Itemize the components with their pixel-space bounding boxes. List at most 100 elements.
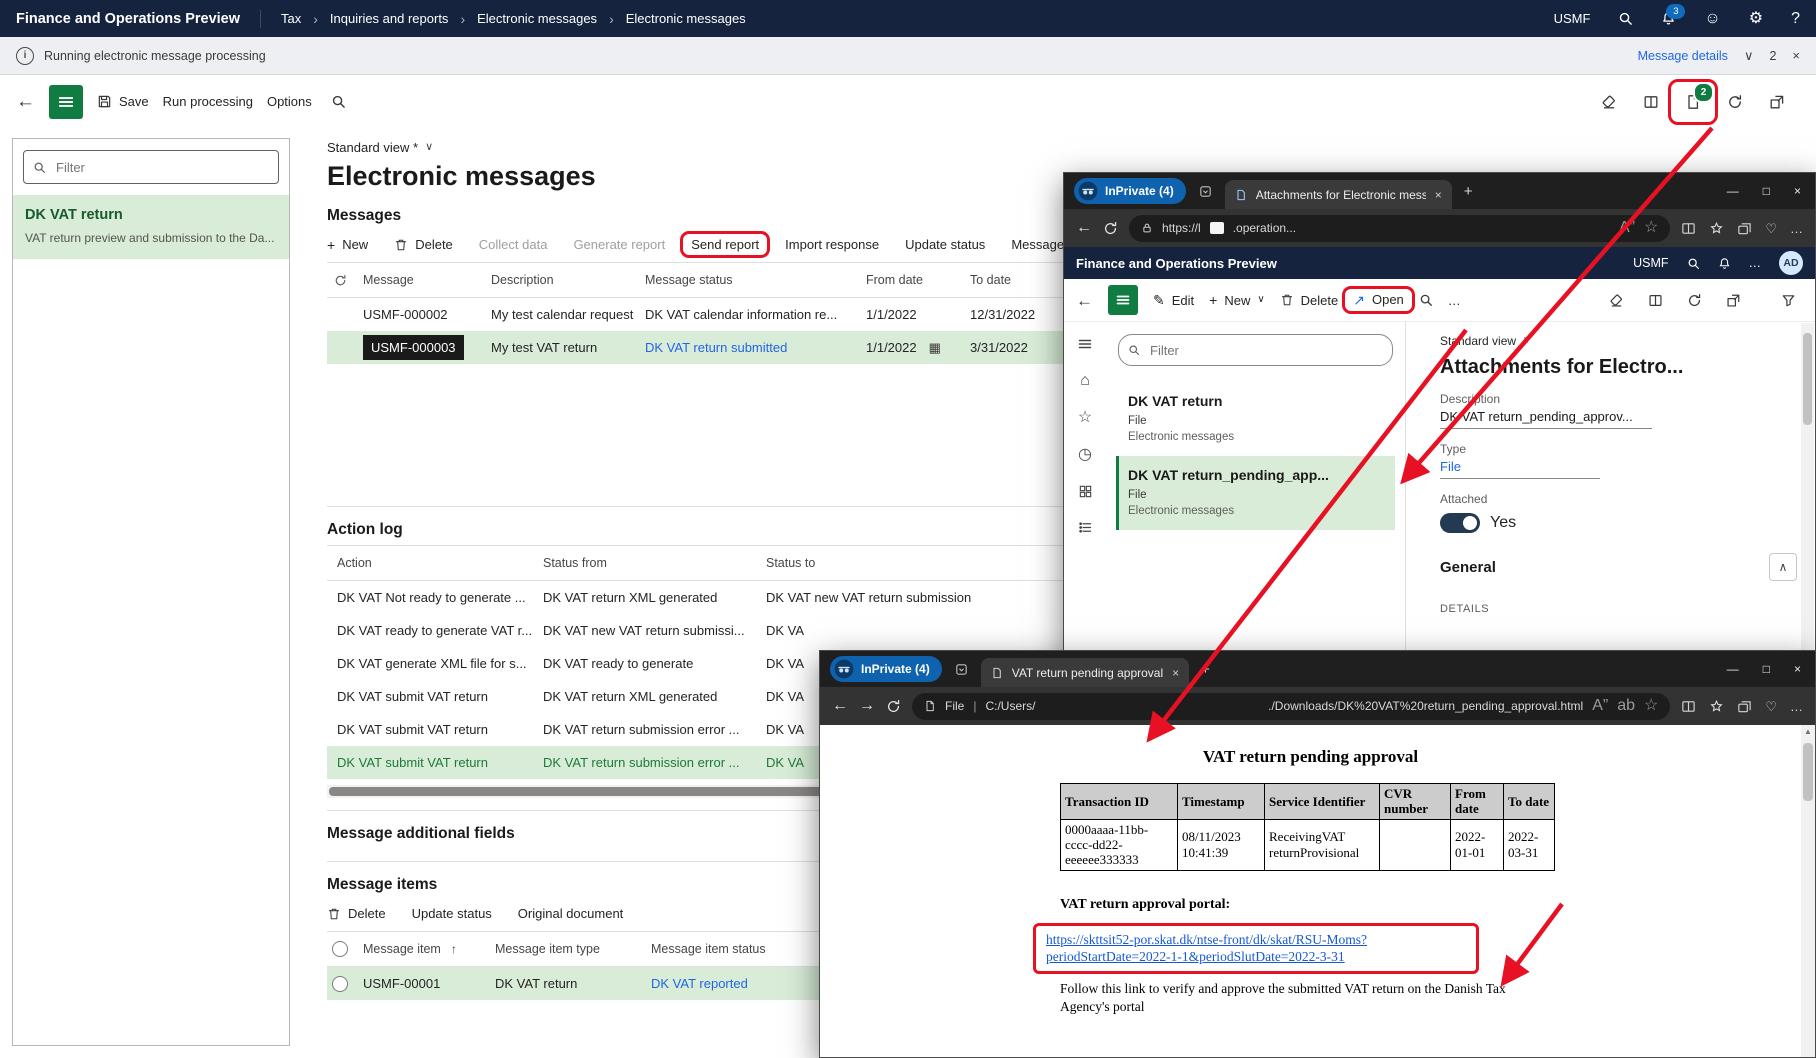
favorites-icon[interactable]	[1709, 221, 1724, 236]
update-status-button[interactable]: Update status	[412, 906, 492, 921]
search-icon[interactable]	[1618, 11, 1633, 26]
attachments-icon[interactable]: 2	[1680, 81, 1714, 115]
browser-essentials-icon[interactable]: ♡	[1765, 222, 1777, 235]
expand-notifications-chevron-icon[interactable]: ∨	[1744, 49, 1754, 62]
close-window-icon[interactable]: ×	[1794, 663, 1801, 675]
user-avatar[interactable]: AD	[1779, 251, 1803, 275]
address-bar[interactable]: https://l .operation... A” ☆	[1129, 214, 1671, 242]
grid-refresh-icon[interactable]	[327, 274, 363, 287]
refresh-icon[interactable]	[1681, 287, 1707, 313]
eraser-icon[interactable]	[1596, 89, 1622, 115]
scrollbar-thumb[interactable]	[1803, 743, 1813, 801]
send-report-button[interactable]: Send report	[691, 237, 759, 252]
save-button[interactable]: Save	[97, 94, 149, 109]
back-icon[interactable]: ←	[1076, 292, 1093, 309]
read-aloud-icon[interactable]: A”	[1592, 698, 1608, 714]
open-new-window-icon[interactable]	[1764, 89, 1790, 115]
breadcrumb-item-tax[interactable]: Tax	[281, 11, 301, 26]
tab-close-icon[interactable]: ×	[1435, 189, 1442, 201]
notifications-bell-icon[interactable]	[1718, 257, 1731, 270]
recent-clock-icon[interactable]: ◷	[1078, 447, 1092, 463]
minimize-icon[interactable]: —	[1727, 185, 1739, 197]
view-selector[interactable]: Standard view ∨	[1440, 334, 1797, 348]
vertical-scrollbar[interactable]: ▲	[1801, 725, 1815, 1057]
maximize-icon[interactable]: □	[1763, 663, 1770, 675]
message-status-link[interactable]: DK VAT return submitted	[645, 340, 787, 355]
message-row-selected[interactable]: USMF-000003 My test VAT return DK VAT re…	[327, 331, 1127, 364]
more-icon[interactable]: …	[1749, 257, 1762, 270]
notifications-bell-icon[interactable]: 3	[1661, 4, 1686, 26]
select-all-radio[interactable]	[332, 941, 348, 957]
inprivate-badge[interactable]: InPrivate (4)	[830, 656, 942, 682]
new-button[interactable]: + New ∨	[1209, 293, 1265, 308]
close-icon[interactable]: ×	[1792, 49, 1800, 62]
settings-more-icon[interactable]: …	[1790, 700, 1803, 713]
collections-icon[interactable]	[1737, 221, 1752, 236]
company-picker[interactable]: USMF	[1633, 256, 1668, 270]
processing-item-dk-vat-return[interactable]: DK VAT return VAT return preview and sub…	[13, 195, 289, 259]
more-icon[interactable]: …	[1448, 294, 1461, 307]
modules-list-icon[interactable]	[1078, 520, 1093, 535]
search-icon[interactable]	[1687, 257, 1700, 270]
type-field[interactable]: File	[1440, 456, 1600, 479]
browser-tab-active[interactable]: VAT return pending approval ×	[980, 658, 1190, 687]
breadcrumb-item-electronic-messages-page[interactable]: Electronic messages	[626, 11, 746, 26]
favorites-star-icon[interactable]: ☆	[1078, 410, 1092, 426]
filter-input[interactable]	[54, 158, 269, 176]
options-button[interactable]: Options	[267, 94, 312, 109]
column-header-status[interactable]: Message status	[645, 273, 866, 287]
workspaces-grid-icon[interactable]	[1078, 484, 1093, 499]
attached-toggle[interactable]	[1440, 513, 1480, 533]
column-header-description[interactable]: Description	[491, 273, 645, 287]
read-aloud-icon[interactable]: A”	[1619, 220, 1635, 236]
new-tab-icon[interactable]: +	[1201, 662, 1210, 677]
scroll-up-arrow-icon[interactable]: ▲	[1801, 727, 1815, 736]
book-icon[interactable]	[1638, 89, 1664, 115]
column-header-action[interactable]: Action	[327, 556, 543, 570]
tax-portal-link[interactable]: https://skttsit52-por.skat.dk/ntse-front…	[1046, 931, 1466, 966]
menu-icon[interactable]	[1077, 336, 1093, 352]
nav-menu-button[interactable]	[49, 84, 83, 119]
breadcrumb-item-electronic-messages[interactable]: Electronic messages	[477, 11, 597, 26]
row-radio[interactable]	[332, 975, 348, 992]
view-selector[interactable]: Standard view * ∨	[327, 140, 1816, 155]
back-icon[interactable]: ←	[1076, 220, 1092, 236]
calendar-icon[interactable]: ▦	[929, 341, 941, 354]
general-section-header[interactable]: General ∧	[1440, 553, 1797, 581]
eraser-icon[interactable]	[1603, 287, 1629, 313]
app-install-icon[interactable]	[1209, 222, 1224, 234]
refresh-icon[interactable]	[1103, 221, 1118, 236]
delete-button[interactable]: Delete	[1280, 293, 1338, 308]
open-new-window-icon[interactable]	[1720, 287, 1746, 313]
delete-button[interactable]: Delete	[394, 237, 453, 252]
settings-gear-icon[interactable]: ⚙	[1749, 10, 1763, 27]
refresh-icon[interactable]	[1722, 89, 1748, 115]
tab-actions-icon[interactable]	[954, 662, 969, 677]
close-window-icon[interactable]: ×	[1794, 185, 1801, 197]
collections-icon[interactable]	[1737, 699, 1752, 714]
favorite-star-icon[interactable]: ☆	[1644, 698, 1658, 714]
update-status-button[interactable]: Update status	[905, 237, 985, 252]
attachment-item[interactable]: DK VAT return File Electronic messages	[1116, 382, 1395, 456]
new-tab-icon[interactable]: +	[1464, 184, 1473, 199]
message-id[interactable]: USMF-000002	[363, 307, 491, 322]
action-log-row[interactable]: DK VAT ready to generate VAT r... DK VAT…	[327, 614, 1127, 647]
run-processing-button[interactable]: Run processing	[163, 94, 253, 109]
split-screen-icon[interactable]	[1681, 221, 1696, 236]
open-button[interactable]: ↗ Open	[1353, 292, 1404, 307]
inprivate-badge[interactable]: InPrivate (4)	[1074, 178, 1186, 204]
message-id-focused-cell[interactable]: USMF-000003	[363, 335, 464, 360]
action-log-row[interactable]: DK VAT Not ready to generate ... DK VAT …	[327, 581, 1127, 614]
split-screen-icon[interactable]	[1681, 699, 1696, 714]
feedback-smiley-icon[interactable]: ☺	[1704, 10, 1720, 27]
column-header-message-item[interactable]: Message item	[363, 942, 441, 956]
maximize-icon[interactable]: □	[1763, 185, 1770, 197]
message-item-status-link[interactable]: DK VAT reported	[651, 976, 748, 991]
address-bar[interactable]: File | C:/Users/ ./Downloads/DK%20VAT%20…	[912, 692, 1671, 720]
column-header-message[interactable]: Message	[363, 273, 491, 287]
home-icon[interactable]: ⌂	[1080, 373, 1090, 389]
column-header-from-date[interactable]: From date	[866, 273, 970, 287]
delete-button[interactable]: Delete	[327, 906, 386, 921]
favorites-icon[interactable]	[1709, 699, 1724, 714]
import-response-button[interactable]: Import response	[785, 237, 879, 252]
